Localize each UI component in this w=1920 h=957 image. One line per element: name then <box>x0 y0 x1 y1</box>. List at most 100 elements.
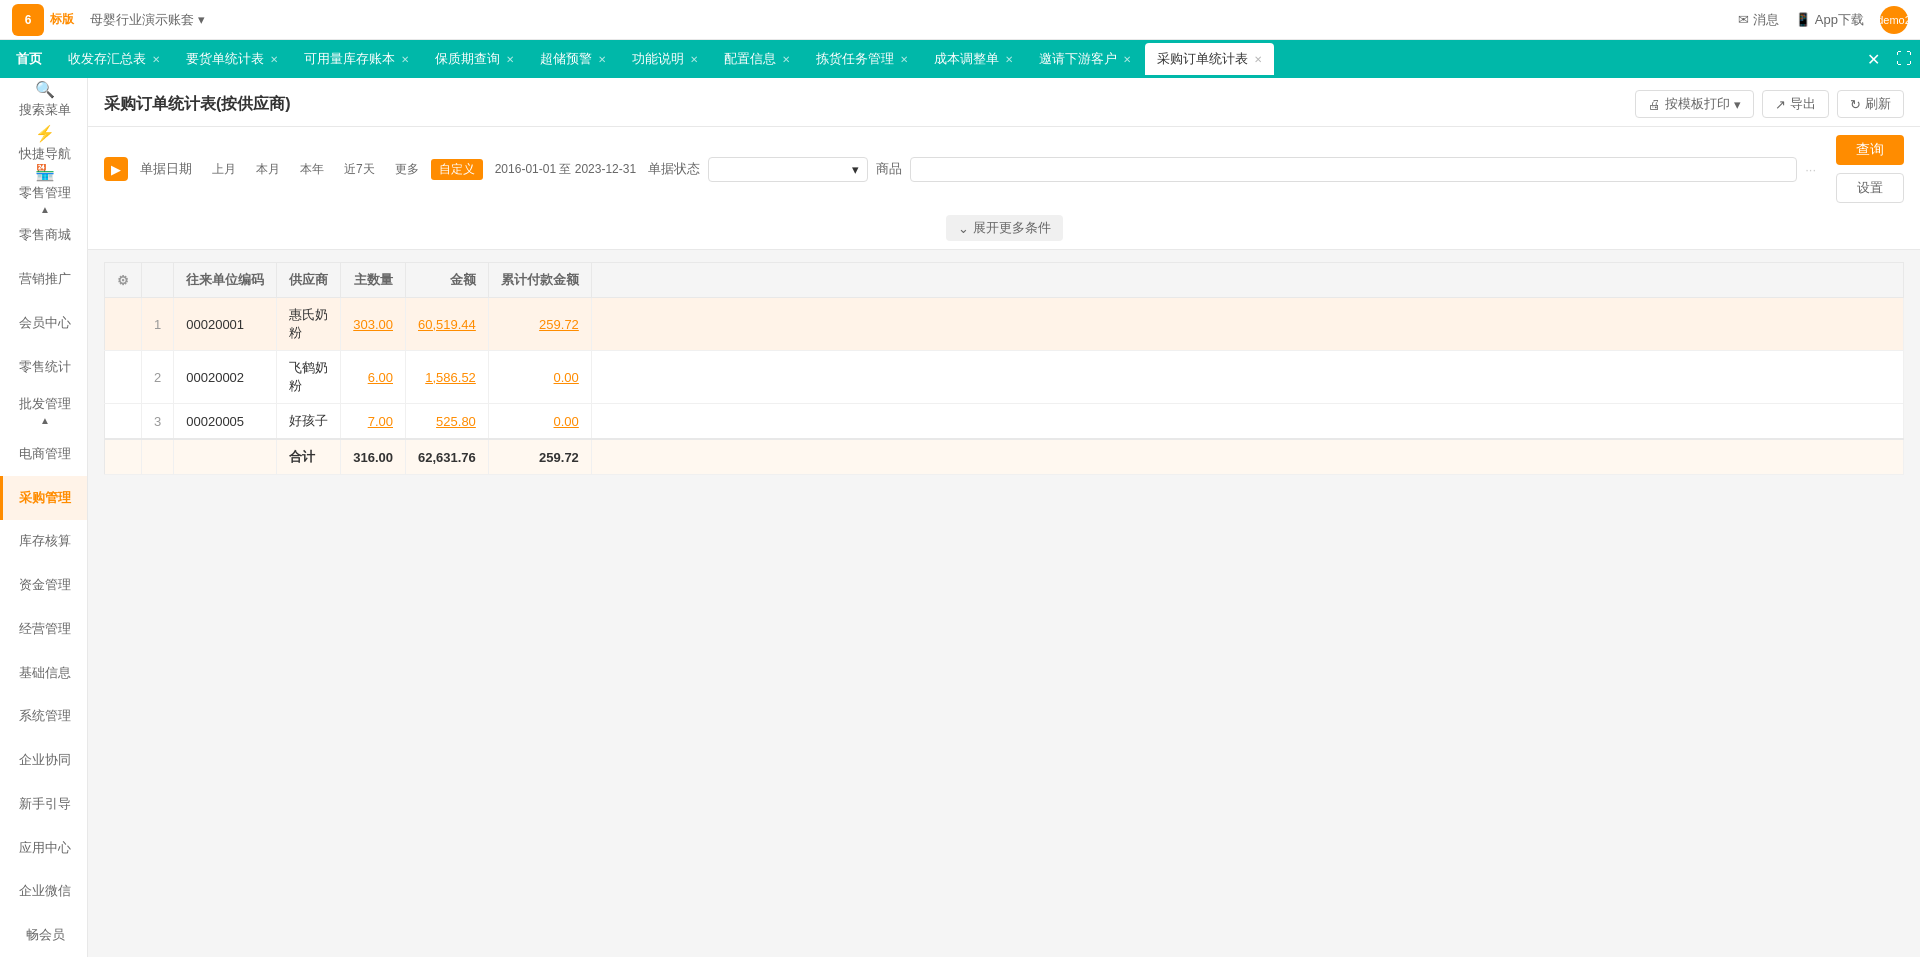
custom-badge[interactable]: 自定义 <box>431 159 483 180</box>
this-month-shortcut[interactable]: 本月 <box>248 159 288 180</box>
tab-function-desc[interactable]: 功能说明 ✕ <box>620 43 710 75</box>
more-options-icon[interactable]: ··· <box>1805 162 1816 177</box>
sidebar-item-enterprise-coop[interactable]: 企业协同 <box>0 738 87 782</box>
tab-config-info[interactable]: 配置信息 ✕ <box>712 43 802 75</box>
col-main-qty: 主数量 <box>341 263 406 298</box>
sidebar-item-member[interactable]: 畅会员 <box>0 913 87 957</box>
nav-tabs: 首页 收发存汇总表 ✕ 要货单统计表 ✕ 可用量库存账本 ✕ 保质期查询 ✕ 超… <box>0 40 1920 78</box>
close-tab-icon[interactable]: ✕ <box>690 54 698 65</box>
retail-mgmt-icon: 🏪 <box>35 163 55 182</box>
sidebar-item-biz-mgmt[interactable]: 经营管理 <box>0 607 87 651</box>
close-tab-icon[interactable]: ✕ <box>782 54 790 65</box>
close-tab-icon[interactable]: ✕ <box>1254 54 1262 65</box>
sidebar-item-sys-mgmt[interactable]: 系统管理 <box>0 695 87 739</box>
more-shortcut[interactable]: 更多 <box>387 159 427 180</box>
sidebar-item-member-center[interactable]: 会员中心 <box>0 301 87 345</box>
cumulative-paid-cell[interactable]: 0.00 <box>488 351 591 404</box>
footer-main-qty: 316.00 <box>341 439 406 475</box>
user-avatar[interactable]: demo2 <box>1880 6 1908 34</box>
this-year-shortcut[interactable]: 本年 <box>292 159 332 180</box>
message-button[interactable]: ✉ 消息 <box>1738 11 1779 29</box>
unit-code-cell: 00020001 <box>174 298 277 351</box>
maximize-icon[interactable]: ⛶ <box>1892 46 1916 72</box>
print-button[interactable]: 🖨 按模板打印 ▾ <box>1635 90 1754 118</box>
cumulative-paid-cell[interactable]: 0.00 <box>488 404 591 440</box>
close-tab-icon[interactable]: ✕ <box>900 54 908 65</box>
export-button[interactable]: ↗ 导出 <box>1762 90 1829 118</box>
col-settings[interactable]: ⚙ <box>105 263 142 298</box>
last-month-shortcut[interactable]: 上月 <box>204 159 244 180</box>
top-bar-right: ✉ 消息 📱 App下载 demo2 <box>1738 6 1908 34</box>
chevron-down-icon: ▾ <box>852 162 859 177</box>
settings-button[interactable]: 设置 <box>1836 173 1904 203</box>
org-selector[interactable]: 母婴行业演示账套 ▾ <box>82 7 213 33</box>
tab-requisition-summary[interactable]: 要货单统计表 ✕ <box>174 43 290 75</box>
tab-pick-task[interactable]: 拣货任务管理 ✕ <box>804 43 920 75</box>
amount-cell[interactable]: 60,519.44 <box>406 298 489 351</box>
sidebar-item-retail-stats[interactable]: 零售统计 <box>0 345 87 389</box>
cumulative-paid-cell[interactable]: 259.72 <box>488 298 591 351</box>
tab-home[interactable]: 首页 <box>4 43 54 75</box>
sidebar-item-purchase-mgmt[interactable]: 采购管理 <box>0 476 87 520</box>
tab-receive-summary[interactable]: 收发存汇总表 ✕ <box>56 43 172 75</box>
refresh-button[interactable]: ↻ 刷新 <box>1837 90 1904 118</box>
sidebar-item-retail-mgmt[interactable]: 🏪 零售管理 ▲ <box>0 165 87 213</box>
footer-cumulative-paid: 259.72 <box>488 439 591 475</box>
expand-filter-button[interactable]: ⌄ 展开更多条件 <box>946 215 1063 241</box>
close-all-tabs-icon[interactable]: ✕ <box>1863 46 1884 73</box>
last-7days-shortcut[interactable]: 近7天 <box>336 159 383 180</box>
close-tab-icon[interactable]: ✕ <box>598 54 606 65</box>
date-range-text: 2016-01-01 至 2023-12-31 <box>495 161 636 178</box>
close-tab-icon[interactable]: ✕ <box>506 54 514 65</box>
top-bar: 6 标版 母婴行业演示账套 ▾ ✉ 消息 📱 App下载 demo2 <box>0 0 1920 40</box>
arrow-right-icon: ▶ <box>111 162 121 177</box>
close-tab-icon[interactable]: ✕ <box>401 54 409 65</box>
tab-purchase-summary[interactable]: 采购订单统计表 ✕ <box>1145 43 1274 75</box>
sidebar-item-new-guide[interactable]: 新手引导 <box>0 782 87 826</box>
table-container: ⚙ 往来单位编码 供应商 主数量 金额 累计付款金额 1 <box>88 250 1920 957</box>
sidebar-item-basic-info[interactable]: 基础信息 <box>0 651 87 695</box>
close-tab-icon[interactable]: ✕ <box>152 54 160 65</box>
filter-toggle-button[interactable]: ▶ <box>104 157 128 181</box>
unit-code-cell: 00020002 <box>174 351 277 404</box>
date-shortcuts: 上月 本月 本年 近7天 更多 自定义 <box>204 159 483 180</box>
close-tab-icon[interactable]: ✕ <box>270 54 278 65</box>
sidebar-item-retail-shop[interactable]: 零售商城 <box>0 213 87 257</box>
amount-cell[interactable]: 525.80 <box>406 404 489 440</box>
row-settings-cell <box>105 404 142 440</box>
main-qty-cell[interactable]: 6.00 <box>341 351 406 404</box>
row-settings-cell <box>105 298 142 351</box>
app-download-button[interactable]: 📱 App下载 <box>1795 11 1864 29</box>
page-header: 采购订单统计表(按供应商) 🖨 按模板打印 ▾ ↗ 导出 ↻ 刷新 <box>88 78 1920 127</box>
sidebar-item-ecommerce[interactable]: 电商管理 <box>0 432 87 476</box>
sidebar-item-inventory[interactable]: 库存核算 <box>0 520 87 564</box>
close-tab-icon[interactable]: ✕ <box>1123 54 1131 65</box>
tab-overstock-warning[interactable]: 超储预警 ✕ <box>528 43 618 75</box>
gear-icon[interactable]: ⚙ <box>117 273 129 288</box>
table-row[interactable]: 3 00020005 好孩子 7.00 525.80 0.00 <box>105 404 1904 440</box>
table-row[interactable]: 1 00020001 惠氏奶粉 303.00 60,519.44 259.72 <box>105 298 1904 351</box>
main-qty-cell[interactable]: 7.00 <box>341 404 406 440</box>
sidebar-item-quick-nav[interactable]: ⚡ 快捷导航 <box>0 122 87 166</box>
table-row[interactable]: 2 00020002 飞鹤奶粉 6.00 1,586.52 0.00 <box>105 351 1904 404</box>
table-header-row: ⚙ 往来单位编码 供应商 主数量 金额 累计付款金额 <box>105 263 1904 298</box>
sidebar-item-enterprise-wechat[interactable]: 企业微信 <box>0 869 87 913</box>
main-qty-cell[interactable]: 303.00 <box>341 298 406 351</box>
goods-input[interactable] <box>910 157 1797 182</box>
close-tab-icon[interactable]: ✕ <box>1005 54 1013 65</box>
tab-cost-adjust[interactable]: 成本调整单 ✕ <box>922 43 1025 75</box>
sidebar-item-search[interactable]: 🔍 搜索菜单 <box>0 78 87 122</box>
sidebar-item-app-center[interactable]: 应用中心 <box>0 826 87 870</box>
status-select[interactable]: ▾ <box>708 157 868 182</box>
amount-cell[interactable]: 1,586.52 <box>406 351 489 404</box>
col-extra <box>591 263 1903 298</box>
tab-invite-downstream[interactable]: 邀请下游客户 ✕ <box>1027 43 1143 75</box>
sidebar-item-finance[interactable]: 资金管理 <box>0 563 87 607</box>
sidebar-item-wholesale-mgmt[interactable]: 批发管理 ▲ <box>0 388 87 432</box>
query-button[interactable]: 查询 <box>1836 135 1904 165</box>
logo-icon: 6 <box>12 4 44 36</box>
data-table: ⚙ 往来单位编码 供应商 主数量 金额 累计付款金额 1 <box>104 262 1904 475</box>
sidebar-item-marketing[interactable]: 营销推广 <box>0 257 87 301</box>
tab-inventory-ledger[interactable]: 可用量库存账本 ✕ <box>292 43 421 75</box>
tab-shelf-life[interactable]: 保质期查询 ✕ <box>423 43 526 75</box>
